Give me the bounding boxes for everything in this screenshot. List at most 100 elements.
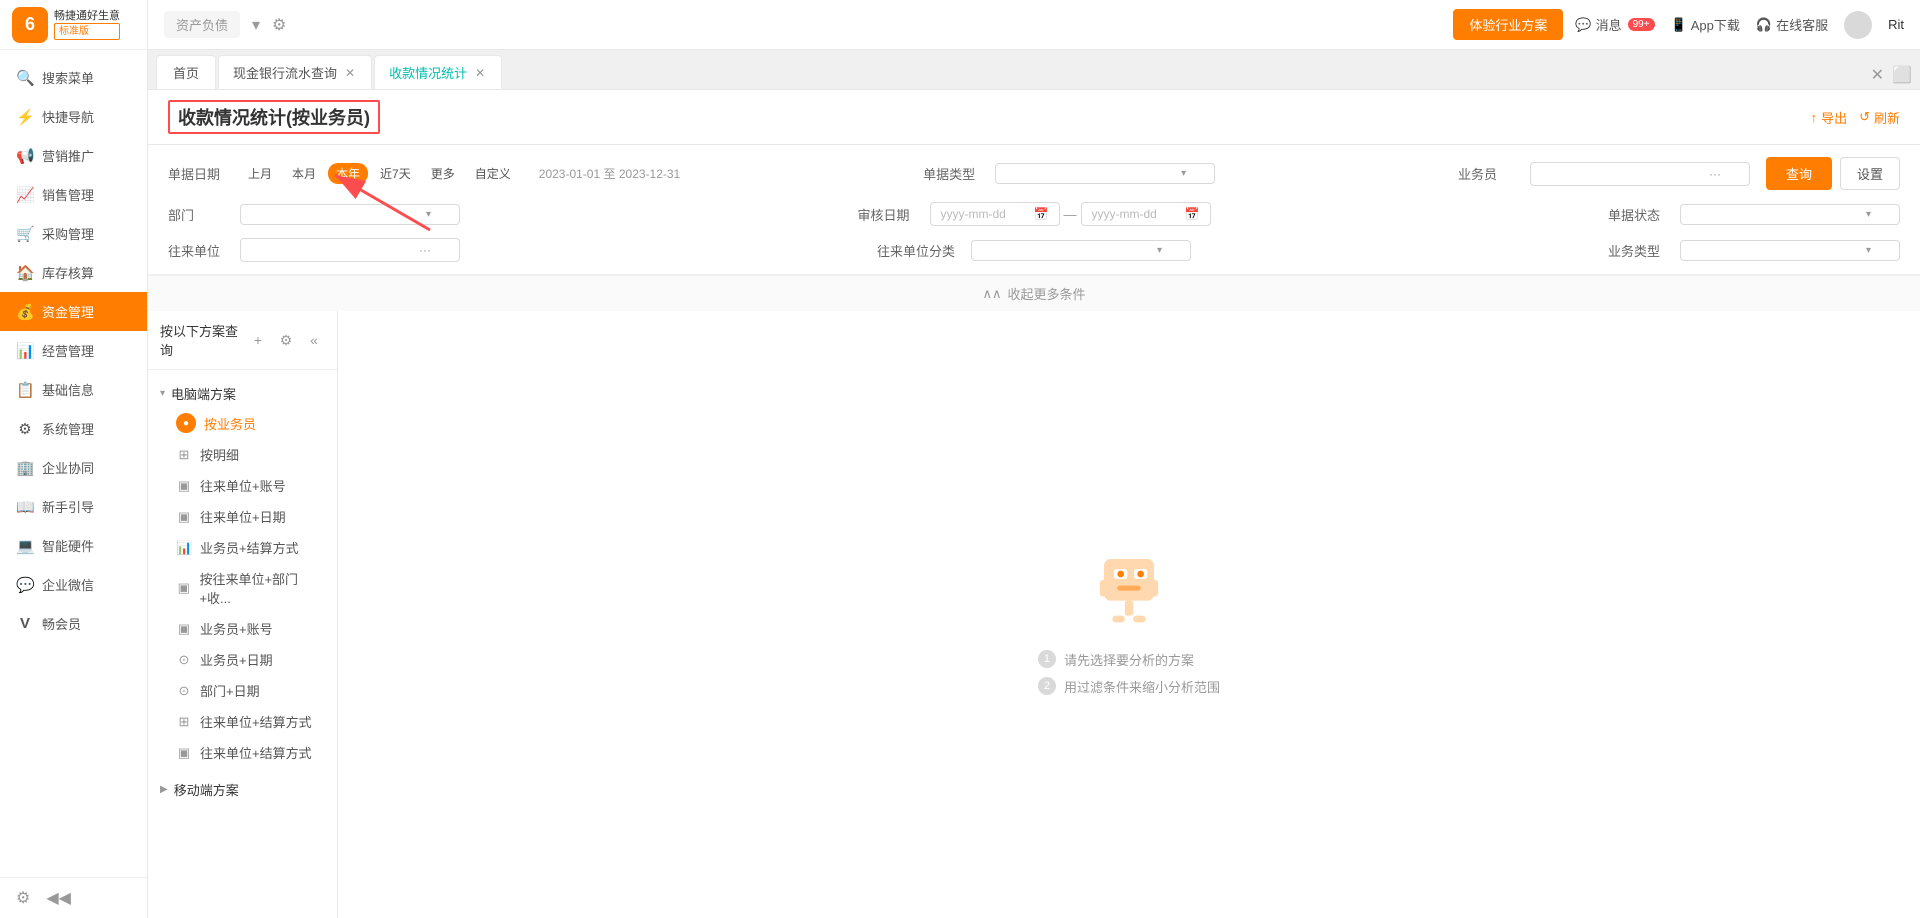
scheme-item-3[interactable]: ▣ 往来单位+日期	[148, 501, 337, 532]
sidebar-item-collab[interactable]: 🏢 企业协同	[0, 448, 147, 487]
tab-maximize-icon[interactable]: ⬜	[1892, 65, 1912, 85]
sidebar-item-wechat[interactable]: 💬 企业微信	[0, 565, 147, 604]
main-area: 1 请先选择要分析的方案 2 用过滤条件来缩小分析范围	[338, 311, 1920, 918]
marketing-icon: 📢	[16, 147, 34, 165]
scheme-collapse-btn[interactable]: «	[303, 329, 325, 351]
review-date-group: yyyy-mm-dd 📅 — yyyy-mm-dd 📅	[930, 202, 1211, 226]
sidebar-item-hardware[interactable]: 💻 智能硬件	[0, 526, 147, 565]
app-logo-text: 畅捷通好生意 标准版	[54, 9, 120, 40]
settings-bottom-icon[interactable]: ⚙	[16, 888, 30, 908]
scheme-item-0[interactable]: ● 按业务员	[148, 407, 337, 439]
filter-row-3: 往来单位 ··· 往来单位分类 ▾ 业务类型 ▾	[168, 238, 1900, 262]
breadcrumb: 资产负债	[164, 11, 240, 38]
date-tab-thismonth[interactable]: 本月	[284, 163, 324, 184]
doctype-select[interactable]: ▾	[995, 163, 1215, 184]
scheme-item-10[interactable]: ▣ 往来单位+结算方式	[148, 737, 337, 768]
scheme-icon-10: ▣	[176, 745, 192, 761]
scheme-icon-6: ▣	[176, 621, 192, 637]
inventory-icon: 🏠	[16, 264, 34, 282]
user-name[interactable]: Rit	[1888, 17, 1904, 32]
filter-row-1: 单据日期 上月 本月 本年 近7天 更多 自定义 2023-01-01 至 20…	[168, 157, 1900, 190]
sidebar-item-operations[interactable]: 📊 经营管理	[0, 331, 147, 370]
sidebar-item-quicknav[interactable]: ⚡ 快捷导航	[0, 97, 147, 136]
scheme-group-mobile-title[interactable]: ▶ 移动端方案	[148, 776, 337, 803]
collapse-bar[interactable]: ∧∧ 收起更多条件	[148, 275, 1920, 311]
scheme-item-4[interactable]: 📊 业务员+结算方式	[148, 532, 337, 563]
sidebar-item-inventory[interactable]: 🏠 库存核算	[0, 253, 147, 292]
online-service-action[interactable]: 🎧 在线客服	[1756, 15, 1828, 34]
messages-action[interactable]: 💬 消息 99+	[1575, 15, 1654, 34]
settings-header-icon[interactable]: ⚙	[272, 15, 286, 35]
filter-row-2: 部门 ▾ 审核日期 yyyy-mm-dd 📅 — yyyy-mm-dd 📅	[168, 202, 1900, 226]
scheme-add-btn[interactable]: +	[247, 329, 269, 351]
scheme-item-1[interactable]: ⊞ 按明细	[148, 439, 337, 470]
date-tabs: 上月 本月 本年 近7天 更多 自定义	[240, 163, 519, 184]
scheme-settings-btn[interactable]: ⚙	[275, 329, 297, 351]
partner-select[interactable]: ···	[240, 238, 460, 262]
partner-cat-label: 往来单位分类	[877, 241, 955, 260]
refresh-btn[interactable]: ↺ 刷新	[1859, 108, 1900, 127]
tab-close-all-icon[interactable]: ✕	[1871, 65, 1884, 85]
sidebar-item-finance[interactable]: 💰 资金管理	[0, 292, 147, 331]
finance-icon: 💰	[16, 303, 34, 321]
scheme-btn[interactable]: 体验行业方案	[1453, 9, 1563, 40]
date-tab-7days[interactable]: 近7天	[372, 163, 419, 184]
base-icon: 📋	[16, 381, 34, 399]
scheme-item-6[interactable]: ▣ 业务员+账号	[148, 613, 337, 644]
scheme-item-5[interactable]: ▣ 按往来单位+部门+收...	[148, 563, 337, 613]
scheme-item-7[interactable]: ⊙ 业务员+日期	[148, 644, 337, 675]
empty-tips: 1 请先选择要分析的方案 2 用过滤条件来缩小分析范围	[1038, 650, 1220, 696]
scheme-panel: 按以下方案查询 + ⚙ « ▾ 电脑端方案 ●	[148, 311, 338, 918]
query-btn[interactable]: 查询	[1766, 157, 1832, 190]
tab-collection-stats[interactable]: 收款情况统计 ✕	[374, 55, 502, 89]
export-btn[interactable]: ↑ 导出	[1811, 108, 1848, 127]
sidebar-item-system[interactable]: ⚙ 系统管理	[0, 409, 147, 448]
biz-type-select[interactable]: ▾	[1680, 240, 1900, 261]
user-avatar[interactable]	[1844, 11, 1872, 39]
review-date-to[interactable]: yyyy-mm-dd 📅	[1081, 202, 1211, 226]
purchase-icon: 🛒	[16, 225, 34, 243]
doc-status-select[interactable]: ▾	[1680, 204, 1900, 225]
scheme-icon-7: ⊙	[176, 652, 192, 668]
scheme-item-9[interactable]: ⊞ 往来单位+结算方式	[148, 706, 337, 737]
tab-close-bank-flow[interactable]: ✕	[343, 64, 357, 82]
scheme-item-2[interactable]: ▣ 往来单位+账号	[148, 470, 337, 501]
date-tab-more[interactable]: 更多	[423, 163, 463, 184]
scheme-item-8[interactable]: ⊙ 部门+日期	[148, 675, 337, 706]
empty-tip-1: 1 请先选择要分析的方案	[1038, 650, 1220, 669]
partner-label: 往来单位	[168, 241, 224, 260]
salesperson-more-icon: ···	[1709, 167, 1721, 181]
app-download-action[interactable]: 📱 App下载	[1671, 15, 1740, 34]
sidebar-item-sales[interactable]: 📈 销售管理	[0, 175, 147, 214]
sidebar-item-guide[interactable]: 📖 新手引导	[0, 487, 147, 526]
review-date-from[interactable]: yyyy-mm-dd 📅	[930, 202, 1060, 226]
search-icon: 🔍	[16, 69, 34, 87]
tip-num-1: 1	[1038, 650, 1056, 668]
tab-home[interactable]: 首页	[156, 55, 216, 89]
date-tab-thisyear[interactable]: 本年	[328, 163, 368, 184]
collapse-sidebar-icon[interactable]: ◀◀	[46, 888, 71, 908]
messages-badge: 99+	[1628, 18, 1655, 31]
dept-select[interactable]: ▾	[240, 204, 460, 225]
tab-bank-flow[interactable]: 现金银行流水查询 ✕	[218, 55, 372, 89]
salesperson-select[interactable]: ···	[1530, 162, 1750, 186]
scheme-group-desktop-title[interactable]: ▾ 电脑端方案	[148, 380, 337, 407]
system-icon: ⚙	[16, 420, 34, 438]
mobile-group-arrow-icon: ▶	[160, 784, 168, 795]
partner-cat-select[interactable]: ▾	[971, 240, 1191, 261]
sidebar-item-search[interactable]: 🔍 搜索菜单	[0, 58, 147, 97]
sidebar-item-member[interactable]: V 畅会员	[0, 604, 147, 643]
date-tab-custom[interactable]: 自定义	[467, 163, 519, 184]
sidebar-item-marketing[interactable]: 📢 营销推广	[0, 136, 147, 175]
date-tab-lastmonth[interactable]: 上月	[240, 163, 280, 184]
filter-panel: 单据日期 上月 本月 本年 近7天 更多 自定义 2023-01-01 至 20…	[148, 145, 1920, 275]
tab-bar: 首页 现金银行流水查询 ✕ 收款情况统计 ✕ ✕ ⬜	[148, 50, 1920, 90]
calendar-to-icon: 📅	[1185, 207, 1200, 221]
active-circle-icon: ●	[176, 413, 196, 433]
sidebar-item-base[interactable]: 📋 基础信息	[0, 370, 147, 409]
tab-close-collection-stats[interactable]: ✕	[473, 64, 487, 82]
refresh-icon: ↺	[1859, 109, 1870, 125]
sidebar-item-purchase[interactable]: 🛒 采购管理	[0, 214, 147, 253]
settings-btn[interactable]: 设置	[1840, 157, 1900, 190]
breadcrumb-dropdown-icon[interactable]: ▾	[252, 15, 260, 35]
